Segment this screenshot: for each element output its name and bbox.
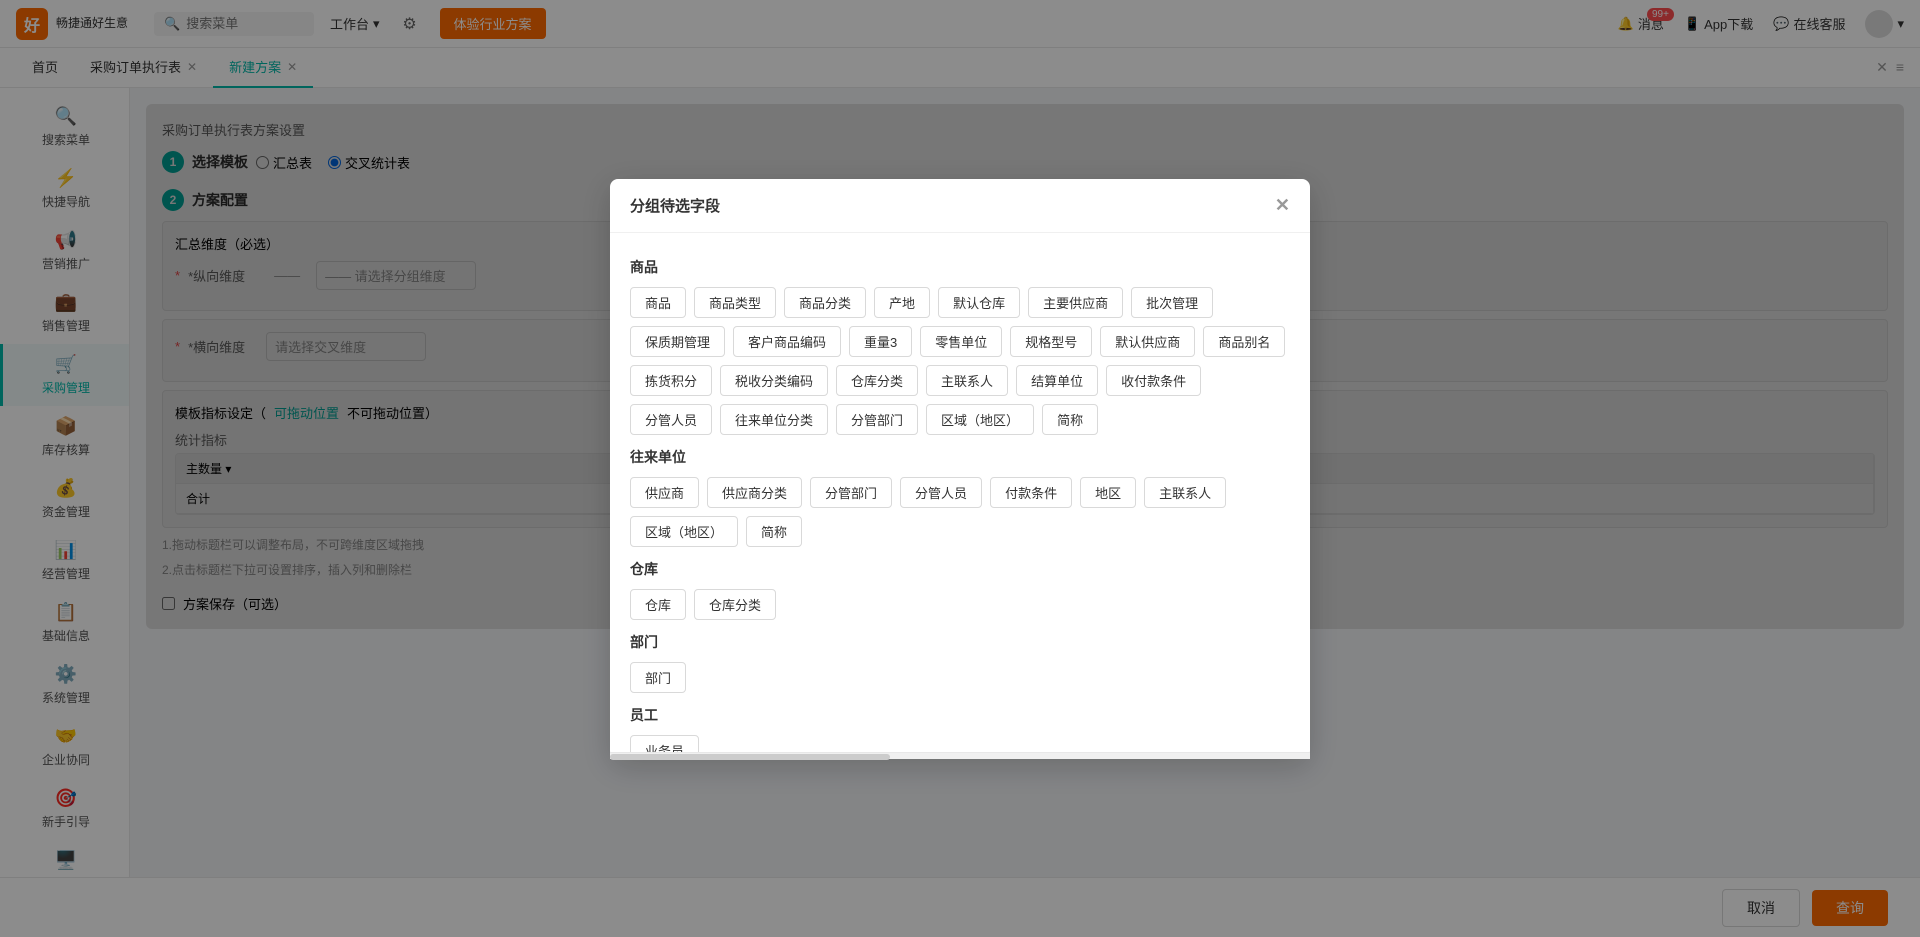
employee-fields: 业务员 [630,735,1290,753]
field-tag-shelf-life[interactable]: 保质期管理 [630,326,725,357]
modal-title: 分组待选字段 [630,195,720,216]
field-tag-warehouse-cat[interactable]: 仓库分类 [694,589,776,620]
field-tag-abbr[interactable]: 简称 [746,516,802,547]
dept-fields: 部门 [630,662,1290,693]
modal-header: 分组待选字段 ✕ [610,179,1310,233]
field-tag-origin[interactable]: 产地 [874,287,930,318]
field-tag-customer-code[interactable]: 客户商品编码 [733,326,841,357]
field-tag-batch-mgmt[interactable]: 批次管理 [1131,287,1213,318]
partner-fields: 供应商 供应商分类 分管部门 分管人员 付款条件 地区 主联系人 区域（地区） … [630,477,1290,547]
field-tag-pick-points[interactable]: 拣货积分 [630,365,712,396]
field-tag-area[interactable]: 地区 [1080,477,1136,508]
field-tag-supplier-category[interactable]: 供应商分类 [707,477,802,508]
field-tag-warehouse[interactable]: 仓库 [630,589,686,620]
field-tag-supervisor[interactable]: 分管人员 [630,404,712,435]
section-label-dept: 部门 [630,632,1290,652]
modal-close-btn[interactable]: ✕ [1275,195,1290,216]
warehouse-fields: 仓库 仓库分类 [630,589,1290,620]
field-tag-settlement-unit[interactable]: 结算单位 [1016,365,1098,396]
field-tag-region2[interactable]: 区域（地区） [630,516,738,547]
field-tag-main-contact[interactable]: 主联系人 [926,365,1008,396]
field-tag-region[interactable]: 区域（地区） [926,404,1034,435]
field-tag-default-supplier[interactable]: 默认供应商 [1100,326,1195,357]
field-tag-tax-code[interactable]: 税收分类编码 [720,365,828,396]
section-label-goods: 商品 [630,257,1290,277]
field-tag-spec-model[interactable]: 规格型号 [1010,326,1092,357]
field-tag-goods[interactable]: 商品 [630,287,686,318]
field-tag-default-warehouse[interactable]: 默认仓库 [938,287,1020,318]
field-tag-salesperson[interactable]: 业务员 [630,735,699,753]
field-tag-main-supplier[interactable]: 主要供应商 [1028,287,1123,318]
field-tag-dept-in-charge[interactable]: 分管部门 [836,404,918,435]
modal-dialog: 分组待选字段 ✕ 商品 商品 商品类型 商品分类 产地 默认仓库 主要供应商 批… [610,179,1310,759]
section-label-warehouse: 仓库 [630,559,1290,579]
field-tag-goods-category[interactable]: 商品分类 [784,287,866,318]
field-tag-partner-category[interactable]: 往来单位分类 [720,404,828,435]
field-tag-payment-terms[interactable]: 收付款条件 [1106,365,1201,396]
goods-fields: 商品 商品类型 商品分类 产地 默认仓库 主要供应商 批次管理 保质期管理 客户… [630,287,1290,435]
field-tag-partner-dept[interactable]: 分管部门 [810,477,892,508]
field-tag-retail-unit[interactable]: 零售单位 [920,326,1002,357]
modal-body: 商品 商品 商品类型 商品分类 产地 默认仓库 主要供应商 批次管理 保质期管理… [610,233,1310,753]
hscroll-thumb [610,754,890,760]
field-tag-payment-cond[interactable]: 付款条件 [990,477,1072,508]
section-label-partner: 往来单位 [630,447,1290,467]
field-tag-short-name[interactable]: 简称 [1042,404,1098,435]
field-tag-contact[interactable]: 主联系人 [1144,477,1226,508]
field-tag-goods-type[interactable]: 商品类型 [694,287,776,318]
section-label-employee: 员工 [630,705,1290,725]
modal-overlay: 分组待选字段 ✕ 商品 商品 商品类型 商品分类 产地 默认仓库 主要供应商 批… [0,0,1920,937]
modal-hscroll[interactable] [610,752,1310,758]
field-tag-partner-person[interactable]: 分管人员 [900,477,982,508]
field-tag-weight3[interactable]: 重量3 [849,326,912,357]
field-tag-supplier[interactable]: 供应商 [630,477,699,508]
field-tag-goods-alias[interactable]: 商品别名 [1203,326,1285,357]
field-tag-warehouse-category[interactable]: 仓库分类 [836,365,918,396]
field-tag-dept[interactable]: 部门 [630,662,686,693]
